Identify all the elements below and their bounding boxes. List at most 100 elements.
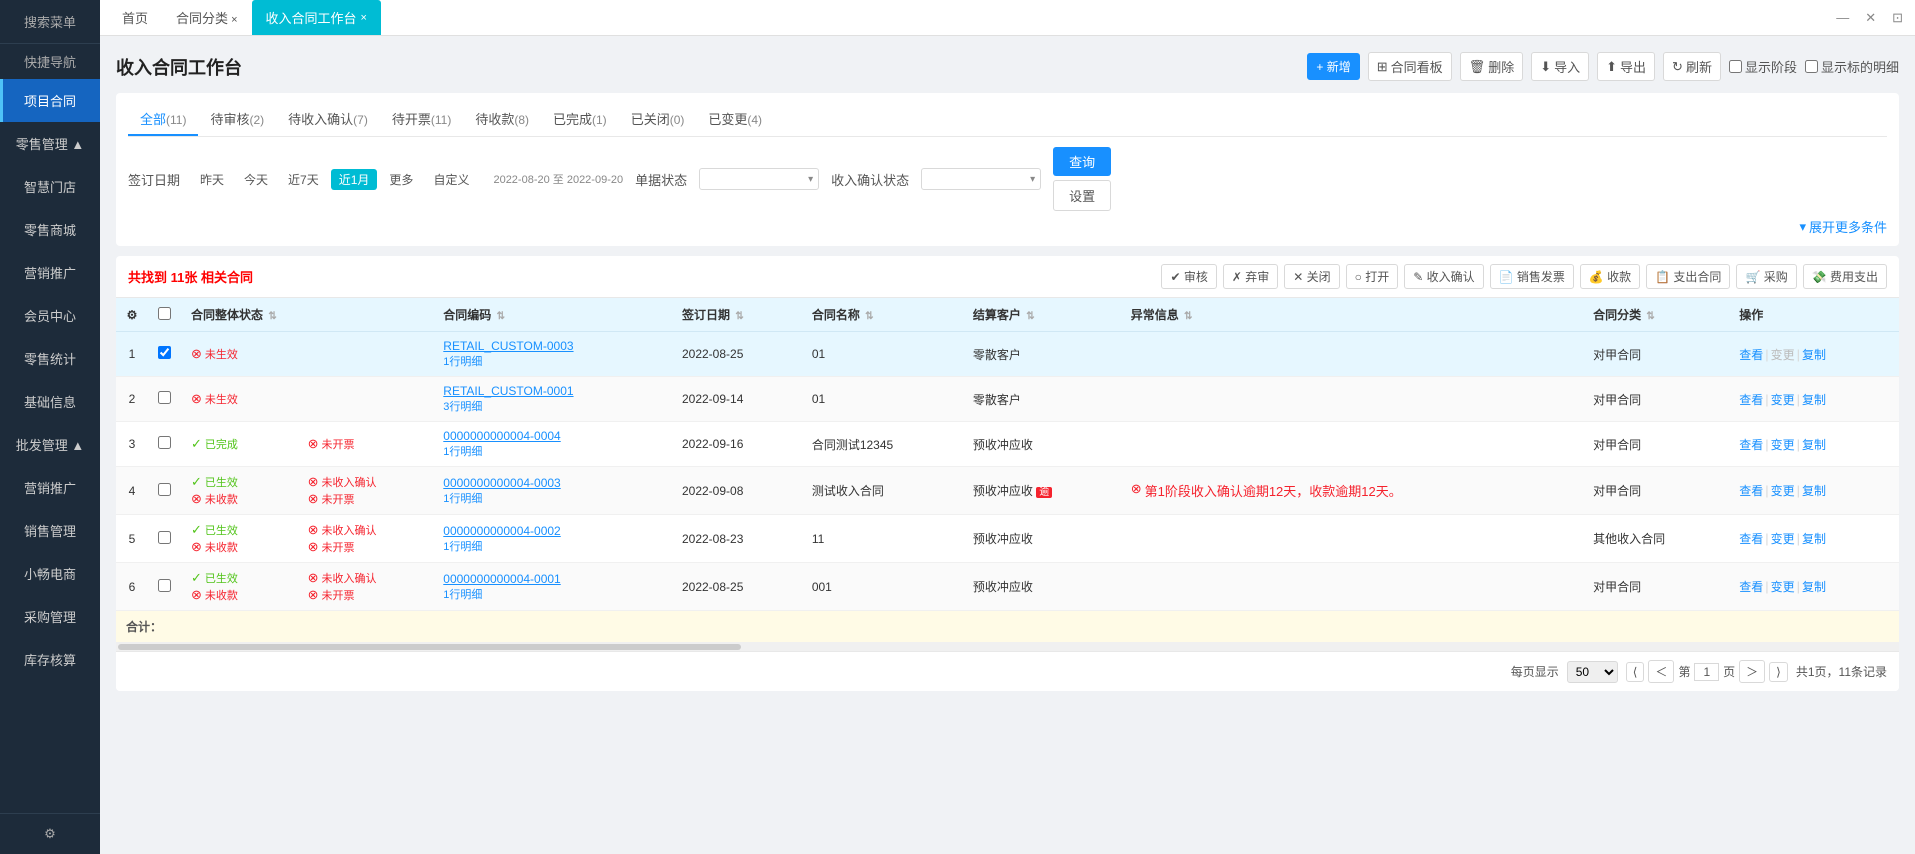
op-view-btn[interactable]: 查看 [1739, 580, 1763, 594]
col-code[interactable]: 合同编码 ⇅ [433, 298, 672, 332]
next-page-btn[interactable]: ＞ [1739, 660, 1765, 683]
filter-tab-pending_invoice[interactable]: 待开票(11) [380, 103, 463, 136]
filter-tab-pending_review[interactable]: 待审核(2) [198, 103, 276, 136]
sidebar-item-retail[interactable]: 零售管理 ▲ [0, 122, 100, 165]
page-size-select[interactable]: 102050100 [1567, 661, 1618, 683]
date-btn-自定义[interactable]: 自定义 [425, 169, 477, 190]
sidebar-item-member[interactable]: 会员中心 [0, 294, 100, 337]
op-copy-btn[interactable]: 复制 [1802, 348, 1826, 362]
date-btn-今天[interactable]: 今天 [236, 169, 276, 190]
current-page[interactable]: 1 [1694, 663, 1719, 681]
action-btn-purchase[interactable]: 🛒 采购 [1736, 264, 1796, 289]
tab-income_workbench[interactable]: 收入合同工作台 × [252, 0, 381, 35]
income-confirm-select[interactable] [921, 168, 1041, 190]
date-btn-近1月[interactable]: 近1月 [331, 169, 378, 190]
row-checkbox[interactable] [158, 483, 171, 496]
export-button[interactable]: ⬆ 导出 [1597, 52, 1655, 81]
row-checkbox[interactable] [158, 436, 171, 449]
contract-code-link[interactable]: 0000000000004-0003 [443, 476, 560, 490]
row-checkbox[interactable] [158, 346, 171, 359]
col-status[interactable]: 合同整体状态 ⇅ [181, 298, 433, 332]
delete-button[interactable]: 🗑 删除 [1460, 52, 1524, 81]
window-minimize-btn[interactable]: — [1832, 8, 1853, 28]
filter-tab-changed[interactable]: 已变更(4) [696, 103, 774, 136]
window-restore-btn[interactable]: ⊡ [1888, 8, 1907, 28]
contract-code-link[interactable]: 0000000000004-0002 [443, 524, 560, 538]
op-view-btn[interactable]: 查看 [1739, 348, 1763, 362]
horizontal-scrollbar[interactable] [116, 643, 1899, 651]
op-view-btn[interactable]: 查看 [1739, 484, 1763, 498]
sidebar-quick-nav[interactable]: 快捷导航 [0, 44, 100, 79]
date-btn-昨天[interactable]: 昨天 [192, 169, 232, 190]
row-checkbox[interactable] [158, 531, 171, 544]
op-copy-btn[interactable]: 复制 [1802, 438, 1826, 452]
sidebar-item-marketing[interactable]: 营销推广 [0, 251, 100, 294]
action-btn-payout_contract[interactable]: 📋 支出合同 [1646, 264, 1730, 289]
sidebar-item-xiao畅[interactable]: 小畅电商 [0, 552, 100, 595]
sidebar-item-retail_mall[interactable]: 零售商城 [0, 208, 100, 251]
sidebar-item-wholesale[interactable]: 批发管理 ▲ [0, 423, 100, 466]
op-view-btn[interactable]: 查看 [1739, 438, 1763, 452]
action-btn-sales_invoice[interactable]: 📄 销售发票 [1490, 264, 1574, 289]
op-view-btn[interactable]: 查看 [1739, 393, 1763, 407]
op-edit-btn[interactable]: 变更 [1771, 532, 1795, 546]
action-btn-income_confirm[interactable]: ✎ 收入确认 [1404, 264, 1483, 289]
scrollbar-thumb[interactable] [118, 644, 741, 650]
col-sign-date[interactable]: 签订日期 ⇅ [672, 298, 802, 332]
show-label-detail-checkbox[interactable]: 显示标的明细 [1805, 57, 1899, 76]
row-checkbox[interactable] [158, 391, 171, 404]
contract-code-link[interactable]: RETAIL_CUSTOM-0003 [443, 339, 573, 353]
contract-board-button[interactable]: ⊞ 合同看板 [1368, 52, 1452, 81]
col-error-info[interactable]: 异常信息 ⇅ [1121, 298, 1583, 332]
op-edit-btn[interactable]: 变更 [1771, 484, 1795, 498]
filter-tab-closed[interactable]: 已关闭(0) [619, 103, 697, 136]
filter-tab-pending_collection[interactable]: 待收款(8) [463, 103, 541, 136]
op-copy-btn[interactable]: 复制 [1802, 484, 1826, 498]
tab-home[interactable]: 首页 [108, 0, 162, 35]
set-button[interactable]: 设置 [1053, 180, 1111, 211]
op-edit-btn[interactable]: 变更 [1771, 580, 1795, 594]
sidebar-item-smart_store[interactable]: 智慧门店 [0, 165, 100, 208]
col-customer[interactable]: 结算客户 ⇅ [963, 298, 1121, 332]
op-view-btn[interactable]: 查看 [1739, 532, 1763, 546]
import-button[interactable]: ⬇ 导入 [1531, 52, 1589, 81]
sidebar-item-sales_mgmt[interactable]: 销售管理 [0, 509, 100, 552]
sidebar-item-base_info[interactable]: 基础信息 [0, 380, 100, 423]
new-button[interactable]: + 新增 [1307, 53, 1359, 80]
op-edit-btn[interactable]: 变更 [1771, 393, 1795, 407]
col-category[interactable]: 合同分类 ⇅ [1583, 298, 1729, 332]
action-btn-review[interactable]: ✔ 审核 [1161, 264, 1216, 289]
sidebar-search[interactable]: 搜索菜单 [0, 0, 100, 44]
action-btn-abandon[interactable]: ✗ 弃审 [1223, 264, 1278, 289]
doc-status-select[interactable] [699, 168, 819, 190]
action-btn-close[interactable]: ✕ 关闭 [1284, 264, 1339, 289]
select-all-checkbox[interactable] [158, 307, 171, 320]
contract-code-link[interactable]: 0000000000004-0001 [443, 572, 560, 586]
sidebar-item-marketing2[interactable]: 营销推广 [0, 466, 100, 509]
col-settings[interactable]: ⚙ [116, 298, 148, 332]
sidebar-settings[interactable]: ⚙ [0, 813, 100, 854]
tab-close-income_workbench[interactable]: × [361, 12, 367, 24]
tab-contract_category[interactable]: 合同分类 × [162, 0, 252, 35]
op-copy-btn[interactable]: 复制 [1802, 393, 1826, 407]
sidebar-item-retail_stat[interactable]: 零售统计 [0, 337, 100, 380]
date-btn-近7天[interactable]: 近7天 [280, 169, 327, 190]
filter-tab-pending_income[interactable]: 待收入确认(7) [276, 103, 380, 136]
sidebar-item-purchase[interactable]: 采购管理 [0, 595, 100, 638]
date-btn-更多[interactable]: 更多 [381, 169, 421, 190]
op-copy-btn[interactable]: 复制 [1802, 580, 1826, 594]
action-btn-expense_payout[interactable]: 💸 费用支出 [1803, 264, 1887, 289]
window-close-btn[interactable]: ✕ [1861, 8, 1880, 28]
col-name[interactable]: 合同名称 ⇅ [802, 298, 963, 332]
row-checkbox[interactable] [158, 579, 171, 592]
tab-close-contract_category[interactable]: × [228, 14, 237, 26]
filter-tab-completed[interactable]: 已完成(1) [541, 103, 619, 136]
query-button[interactable]: 查询 [1053, 147, 1111, 176]
last-page-btn[interactable]: ⟩ [1769, 662, 1788, 682]
prev-page-btn[interactable]: ＜ [1648, 660, 1674, 683]
sidebar-item-inventory[interactable]: 库存核算 [0, 638, 100, 681]
action-btn-open[interactable]: ○ 打开 [1346, 264, 1399, 289]
filter-tab-all[interactable]: 全部(11) [128, 103, 198, 136]
expand-more-btn[interactable]: ▾ 展开更多条件 [1799, 217, 1887, 236]
sidebar-item-project[interactable]: 项目合同 [0, 79, 100, 122]
